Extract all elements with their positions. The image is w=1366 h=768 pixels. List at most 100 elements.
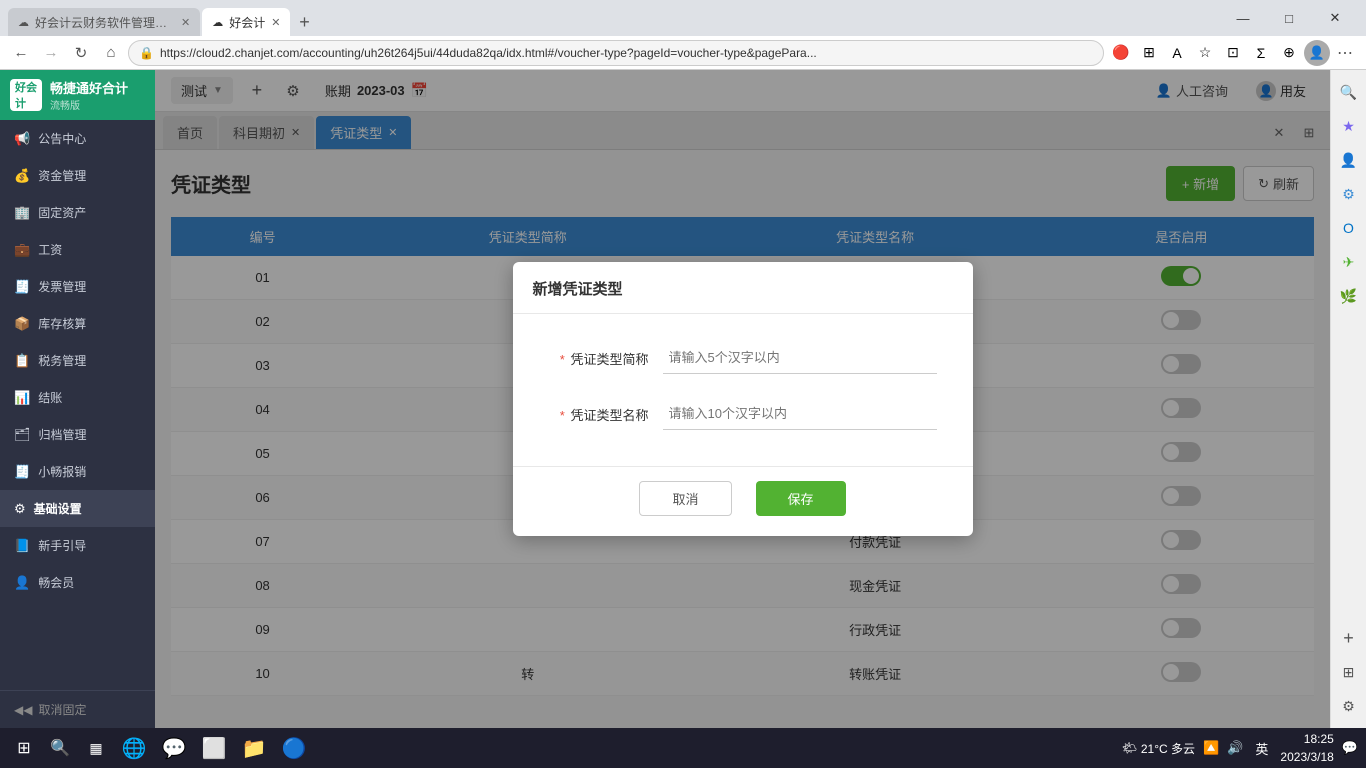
user-avatar[interactable]: 👤 <box>1304 40 1330 66</box>
fixed-assets-label: 固定资产 <box>38 204 86 221</box>
maximize-button[interactable]: □ <box>1266 4 1312 32</box>
expense-icon: 🧾 <box>14 464 30 480</box>
taskbar-right: 🌤 21°C 多云 🔼 🔊 英 18:25 2023/3/18 💬 <box>1122 730 1358 766</box>
ext-icon-7[interactable]: ⊕ <box>1276 40 1302 66</box>
right-search-icon[interactable]: 🔍 <box>1335 78 1363 106</box>
taskbar-sound-icon[interactable]: 🔊 <box>1227 740 1243 756</box>
browser-tab-active[interactable]: ☁ 好会计 ✕ <box>202 8 290 36</box>
expense-label: 小畅报销 <box>38 463 86 480</box>
right-outlook-icon[interactable]: O <box>1335 214 1363 242</box>
form-row-full: * 凭证类型名称 <box>549 398 937 430</box>
taskbar-browser-icon[interactable]: 🌐 <box>116 730 152 766</box>
sidebar-item-settlement[interactable]: 📊 结账 <box>0 379 155 416</box>
taskbar-search-button[interactable]: 🔍 <box>44 732 76 764</box>
right-plant-icon[interactable]: 🌿 <box>1335 282 1363 310</box>
inventory-label: 库存核算 <box>38 315 86 332</box>
ext-icon-1[interactable]: 🔴 <box>1108 40 1134 66</box>
more-options[interactable]: ⋯ <box>1332 40 1358 66</box>
sidebar-item-guide[interactable]: 📘 新手引导 <box>0 527 155 564</box>
cancel-button[interactable]: 取消 <box>639 481 731 516</box>
taskbar-weather: 🌤 21°C 多云 <box>1122 740 1195 757</box>
modal-overlay: 新增凭证类型 * 凭证类型简称 * 凭证类型名称 取消 保存 <box>155 70 1330 728</box>
invoice-label: 发票管理 <box>38 278 86 295</box>
home-button[interactable]: ⌂ <box>98 40 124 66</box>
tax-label: 税务管理 <box>38 352 86 369</box>
notification-icon[interactable]: 💬 <box>1342 740 1358 756</box>
clock: 18:25 2023/3/18 <box>1280 730 1333 766</box>
modal-dialog: 新增凭证类型 * 凭证类型简称 * 凭证类型名称 取消 保存 <box>513 262 973 536</box>
taskbar: ⊞ 🔍 ▦ 🌐 💬 ⬜ 📁 🔵 🌤 21°C 多云 🔼 🔊 英 18:25 20… <box>0 728 1366 768</box>
sidebar-item-inventory[interactable]: 📦 库存核算 <box>0 305 155 342</box>
browser-chrome: ☁ 好会计云财务软件管理系统_会计 ✕ ☁ 好会计 ✕ + — □ ✕ <box>0 0 1366 36</box>
right-star-icon[interactable]: ★ <box>1335 112 1363 140</box>
ext-icon-6[interactable]: Σ <box>1248 40 1274 66</box>
taskbar-lang[interactable]: 英 <box>1251 737 1272 760</box>
tab2-close[interactable]: ✕ <box>271 16 280 29</box>
right-user-icon[interactable]: 👤 <box>1335 146 1363 174</box>
sidebar: 好会计 畅捷通好合计 流畅版 📢 公告中心 💰 资金管理 🏢 固定资产 💼 工资… <box>0 70 155 728</box>
settings-label: 基础设置 <box>34 500 82 517</box>
taskbar-store-icon[interactable]: ⬜ <box>196 730 232 766</box>
ext-icon-2[interactable]: ⊞ <box>1136 40 1162 66</box>
sidebar-item-invoice[interactable]: 🧾 发票管理 <box>0 268 155 305</box>
cancel-pin-label: 取消固定 <box>38 701 86 718</box>
url-bar[interactable]: 🔒 https://cloud2.chanjet.com/accounting/… <box>128 40 1104 66</box>
start-button[interactable]: ⊞ <box>8 732 40 764</box>
tab1-title: 好会计云财务软件管理系统_会计 <box>35 14 175 31</box>
tab-add-button[interactable]: + <box>292 10 316 34</box>
sidebar-item-fixed-assets[interactable]: 🏢 固定资产 <box>0 194 155 231</box>
url-text: https://cloud2.chanjet.com/accounting/uh… <box>160 46 817 60</box>
ext-icon-3[interactable]: A <box>1164 40 1190 66</box>
full-name-input[interactable] <box>663 398 937 430</box>
taskbar-edge-icon[interactable]: 🔵 <box>276 730 312 766</box>
tab2-favicon: ☁ <box>212 16 223 29</box>
sidebar-item-tax[interactable]: 📋 税务管理 <box>0 342 155 379</box>
form-row-short: * 凭证类型简称 <box>549 342 937 374</box>
close-button[interactable]: ✕ <box>1312 4 1358 32</box>
browser-tab-inactive[interactable]: ☁ 好会计云财务软件管理系统_会计 ✕ <box>8 8 200 36</box>
save-button[interactable]: 保存 <box>756 481 846 516</box>
member-label: 畅会员 <box>38 574 74 591</box>
window-controls: — □ ✕ <box>1220 4 1358 32</box>
sidebar-item-settings[interactable]: ⚙ 基础设置 <box>0 490 155 527</box>
fund-icon: 💰 <box>14 168 30 184</box>
sidebar-item-fund[interactable]: 💰 资金管理 <box>0 157 155 194</box>
right-panel: 🔍 ★ 👤 ⚙ O ✈ 🌿 + ⊞ ⚙ <box>1330 70 1366 728</box>
taskbar-taskview-button[interactable]: ▦ <box>80 732 112 764</box>
sidebar-item-salary[interactable]: 💼 工资 <box>0 231 155 268</box>
right-gear-icon[interactable]: ⚙ <box>1335 180 1363 208</box>
cancel-pin-button[interactable]: ◀◀ 取消固定 <box>0 690 155 728</box>
short-name-input[interactable] <box>663 342 937 374</box>
forward-button[interactable]: → <box>38 40 64 66</box>
guide-icon: 📘 <box>14 538 30 554</box>
clock-time: 18:25 <box>1280 730 1333 748</box>
right-add-icon[interactable]: + <box>1335 624 1363 652</box>
minimize-button[interactable]: — <box>1220 4 1266 32</box>
modal-title: 新增凭证类型 <box>533 281 623 298</box>
taskbar-wechat-icon[interactable]: 💬 <box>156 730 192 766</box>
reload-button[interactable]: ↻ <box>68 40 94 66</box>
sidebar-logo: 好会计 畅捷通好合计 流畅版 <box>0 70 155 120</box>
sidebar-item-archive[interactable]: 🗂 归档管理 <box>0 416 155 453</box>
announcements-label: 公告中心 <box>38 130 86 147</box>
sidebar-item-expense[interactable]: 🧾 小畅报销 <box>0 453 155 490</box>
modal-header: 新增凭证类型 <box>513 262 973 314</box>
fixed-assets-icon: 🏢 <box>14 205 30 221</box>
right-settings-icon[interactable]: ⚙ <box>1335 692 1363 720</box>
right-grid-icon[interactable]: ⊞ <box>1335 658 1363 686</box>
tab1-close[interactable]: ✕ <box>181 16 190 29</box>
settings-icon: ⚙ <box>14 501 26 517</box>
archive-icon: 🗂 <box>14 427 31 443</box>
settlement-icon: 📊 <box>14 390 30 406</box>
back-button[interactable]: ← <box>8 40 34 66</box>
logo-sub-text: 流畅版 <box>50 97 128 112</box>
logo-icon: 好会计 <box>10 79 42 111</box>
weather-text: 21°C 多云 <box>1141 740 1195 757</box>
ext-icon-4[interactable]: ☆ <box>1192 40 1218 66</box>
taskbar-folder-icon[interactable]: 📁 <box>236 730 272 766</box>
right-feather-icon[interactable]: ✈ <box>1335 248 1363 276</box>
taskbar-network-icon[interactable]: 🔼 <box>1203 740 1219 756</box>
ext-icon-5[interactable]: ⊡ <box>1220 40 1246 66</box>
sidebar-item-member[interactable]: 👤 畅会员 <box>0 564 155 601</box>
sidebar-item-announcements[interactable]: 📢 公告中心 <box>0 120 155 157</box>
